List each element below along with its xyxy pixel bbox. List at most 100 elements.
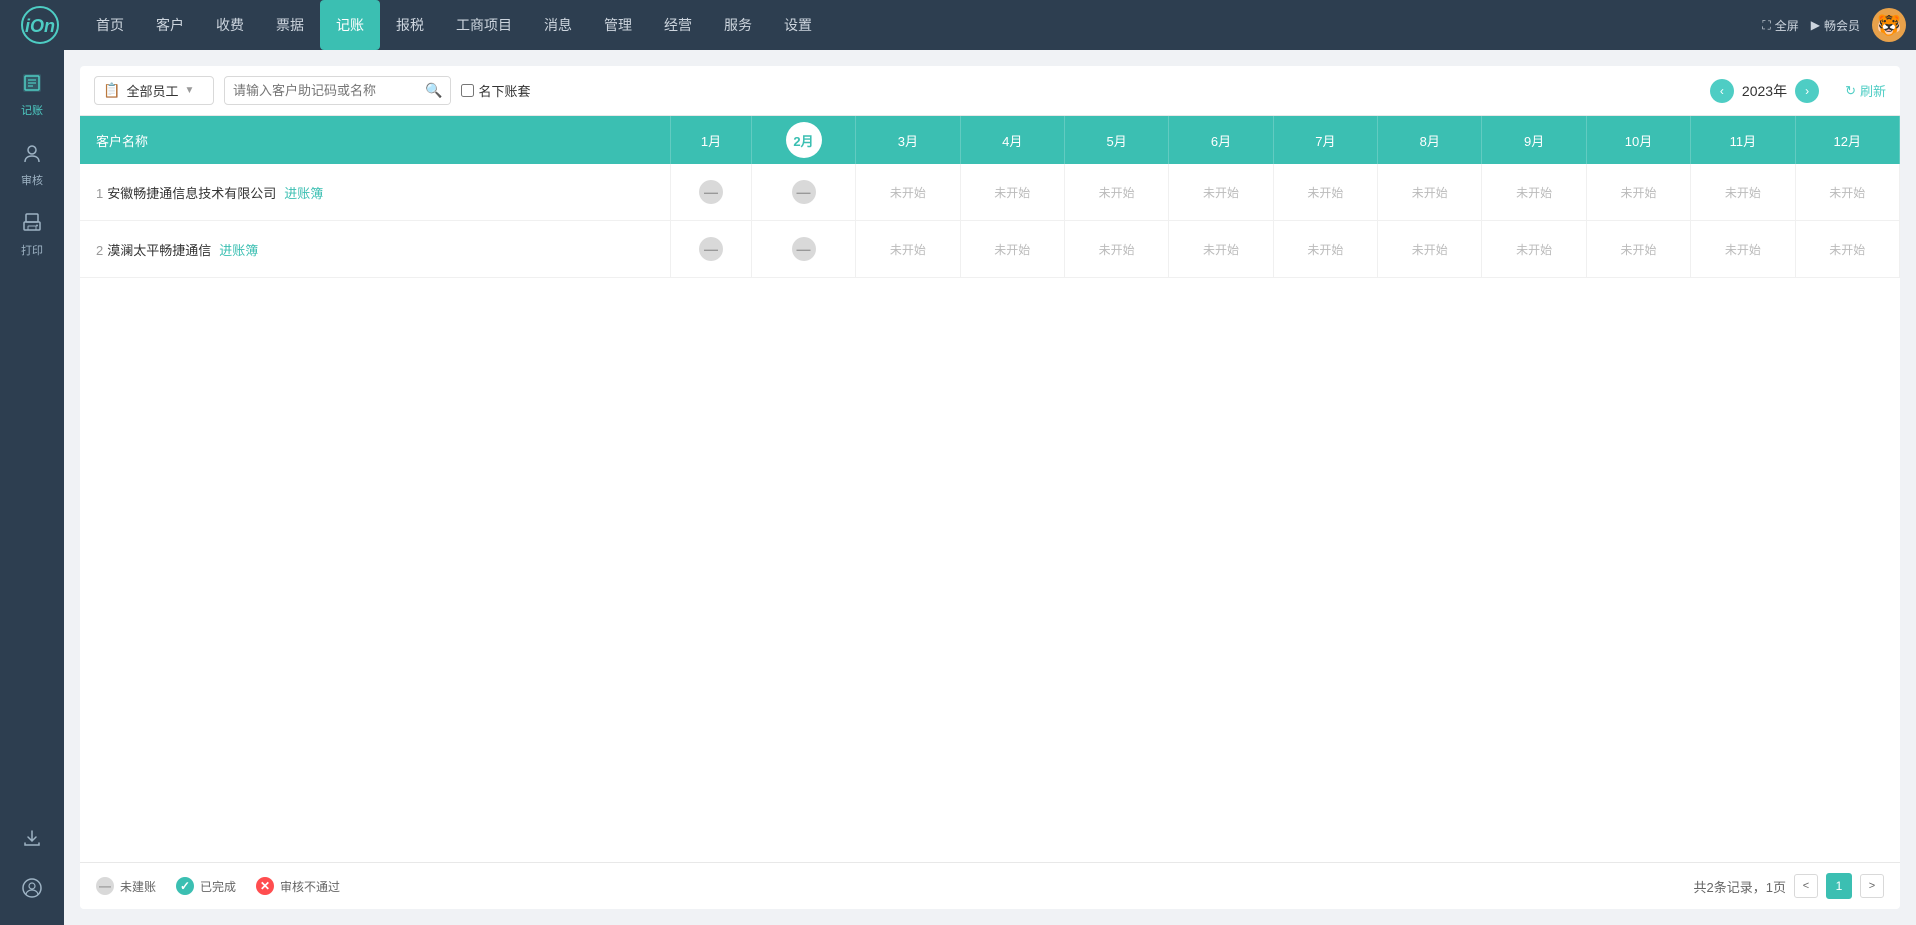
my-accounts-checkbox[interactable] xyxy=(461,84,474,97)
client-name-cell: 1安徽畅捷通信息技术有限公司进账簿 xyxy=(80,164,671,221)
refresh-icon: ↻ xyxy=(1845,83,1856,99)
enter-ledger-link[interactable]: 进账簿 xyxy=(219,243,258,258)
row-number: 1 xyxy=(96,186,103,201)
sidebar-bottom xyxy=(21,815,43,925)
month-cell-11: 未开始 xyxy=(1691,164,1795,221)
total-records: 共2条记录，1页 xyxy=(1694,877,1786,896)
month-cell-3: 未开始 xyxy=(856,164,960,221)
nav-business[interactable]: 工商项目 xyxy=(440,0,528,50)
nav-service[interactable]: 服务 xyxy=(708,0,768,50)
member-icon: ▶ xyxy=(1811,18,1820,32)
audit-icon xyxy=(21,142,43,168)
sidebar-item-accounting[interactable]: 记账 xyxy=(0,60,64,130)
legend-label-completed: 已完成 xyxy=(200,878,236,895)
download-icon xyxy=(21,827,43,853)
sidebar-item-label-print: 打印 xyxy=(21,242,43,258)
year-nav: ‹ 2023年 › xyxy=(1710,79,1819,103)
dropdown-arrow-icon: ▼ xyxy=(184,85,194,96)
month-cell-4: 未开始 xyxy=(960,221,1064,278)
nav-home[interactable]: 首页 xyxy=(80,0,140,50)
month-cell-3: 未开始 xyxy=(856,221,960,278)
employee-select-label: 全部员工 xyxy=(126,81,178,100)
search-button[interactable]: 🔍 xyxy=(417,77,450,104)
search-box: 🔍 xyxy=(224,76,451,105)
month-cell-4: 未开始 xyxy=(960,164,1064,221)
app-logo: iOn xyxy=(10,6,70,44)
enter-ledger-link[interactable]: 进账簿 xyxy=(284,186,323,201)
month-cell-11: 未开始 xyxy=(1691,221,1795,278)
accounting-icon xyxy=(21,72,43,98)
search-input[interactable] xyxy=(225,78,417,103)
col-jan: 1月 xyxy=(671,116,752,164)
legend-rejected: ✕ 审核不通过 xyxy=(256,877,340,895)
nav-manage[interactable]: 管理 xyxy=(588,0,648,50)
month-cell-9: 未开始 xyxy=(1482,221,1586,278)
month-cell-8: 未开始 xyxy=(1378,164,1482,221)
nav-items: 首页 客户 收费 票据 记账 报税 工商项目 消息 管理 经营 服务 设置 xyxy=(80,0,1762,50)
table-header-row: 客户名称 1月 2月 3月 4月 5月 6月 7月 8月 9月 xyxy=(80,116,1900,164)
employee-select[interactable]: 📋 全部员工 ▼ xyxy=(94,76,214,105)
member-label: 畅会员 xyxy=(1824,17,1860,34)
nav-accounting[interactable]: 记账 xyxy=(320,0,380,50)
sidebar-item-print[interactable]: 打印 xyxy=(0,200,64,270)
month-cell-12: 未开始 xyxy=(1795,221,1899,278)
footer-right: 共2条记录，1页 < 1 > xyxy=(1694,873,1884,899)
sidebar-item-user-profile[interactable] xyxy=(21,865,43,915)
month-cell-1: — xyxy=(671,221,752,278)
col-apr: 4月 xyxy=(960,116,1064,164)
checkbox-label[interactable]: 名下账套 xyxy=(461,81,530,100)
month-cell-12: 未开始 xyxy=(1795,164,1899,221)
nav-tax[interactable]: 报税 xyxy=(380,0,440,50)
nav-fee[interactable]: 收费 xyxy=(200,0,260,50)
nav-customer[interactable]: 客户 xyxy=(140,0,200,50)
svg-text:iOn: iOn xyxy=(25,16,55,36)
member-button[interactable]: ▶ 畅会员 xyxy=(1811,17,1860,34)
nav-bill[interactable]: 票据 xyxy=(260,0,320,50)
col-feb: 2月 xyxy=(751,116,855,164)
col-jul: 7月 xyxy=(1273,116,1377,164)
accounting-table: 客户名称 1月 2月 3月 4月 5月 6月 7月 8月 9月 xyxy=(80,116,1900,278)
legend-label-not-created: 未建账 xyxy=(120,878,156,895)
month-cell-6: 未开始 xyxy=(1169,221,1273,278)
col-dec: 12月 xyxy=(1795,116,1899,164)
prev-year-button[interactable]: ‹ xyxy=(1710,79,1734,103)
sidebar-item-download[interactable] xyxy=(21,815,43,865)
fullscreen-button[interactable]: ⛶ 全屏 xyxy=(1762,17,1798,34)
nav-message[interactable]: 消息 xyxy=(528,0,588,50)
sidebar-item-label-audit: 审核 xyxy=(21,172,43,188)
nav-settings[interactable]: 设置 xyxy=(768,0,828,50)
col-aug: 8月 xyxy=(1378,116,1482,164)
status-not-created: — xyxy=(699,180,723,204)
legend-completed: ✓ 已完成 xyxy=(176,877,236,895)
active-month-indicator: 2月 xyxy=(786,122,822,158)
year-label: 2023年 xyxy=(1742,81,1787,101)
next-year-button[interactable]: › xyxy=(1795,79,1819,103)
employee-icon: 📋 xyxy=(103,82,120,99)
next-page-button[interactable]: > xyxy=(1860,874,1884,898)
status-not-created: — xyxy=(792,180,816,204)
nav-operation[interactable]: 经营 xyxy=(648,0,708,50)
top-nav: iOn 首页 客户 收费 票据 记账 报税 工商项目 消息 管理 经营 服务 设… xyxy=(0,0,1916,50)
main-layout: 记账 审核 打印 xyxy=(0,50,1916,925)
fullscreen-icon: ⛶ xyxy=(1762,18,1770,33)
refresh-label: 刷新 xyxy=(1860,81,1886,100)
page-1-button[interactable]: 1 xyxy=(1826,873,1852,899)
table-body: 1安徽畅捷通信息技术有限公司进账簿——未开始未开始未开始未开始未开始未开始未开始… xyxy=(80,164,1900,278)
status-not-created: — xyxy=(699,237,723,261)
profile-icon xyxy=(21,877,43,903)
print-icon xyxy=(21,212,43,238)
content-area: 📋 全部员工 ▼ 🔍 名下账套 ‹ 2023年 › xyxy=(64,50,1916,925)
prev-page-button[interactable]: < xyxy=(1794,874,1818,898)
col-oct: 10月 xyxy=(1586,116,1690,164)
month-cell-5: 未开始 xyxy=(1064,164,1168,221)
content-inner: 📋 全部员工 ▼ 🔍 名下账套 ‹ 2023年 › xyxy=(80,66,1900,909)
month-cell-6: 未开始 xyxy=(1169,164,1273,221)
row-number: 2 xyxy=(96,243,103,258)
sidebar-item-audit[interactable]: 审核 xyxy=(0,130,64,200)
legend-dot-red: ✕ xyxy=(256,877,274,895)
month-cell-1: — xyxy=(671,164,752,221)
month-cell-7: 未开始 xyxy=(1273,221,1377,278)
sidebar: 记账 审核 打印 xyxy=(0,50,64,925)
avatar[interactable]: 🐯 xyxy=(1872,8,1906,42)
refresh-button[interactable]: ↻ 刷新 xyxy=(1845,81,1886,100)
